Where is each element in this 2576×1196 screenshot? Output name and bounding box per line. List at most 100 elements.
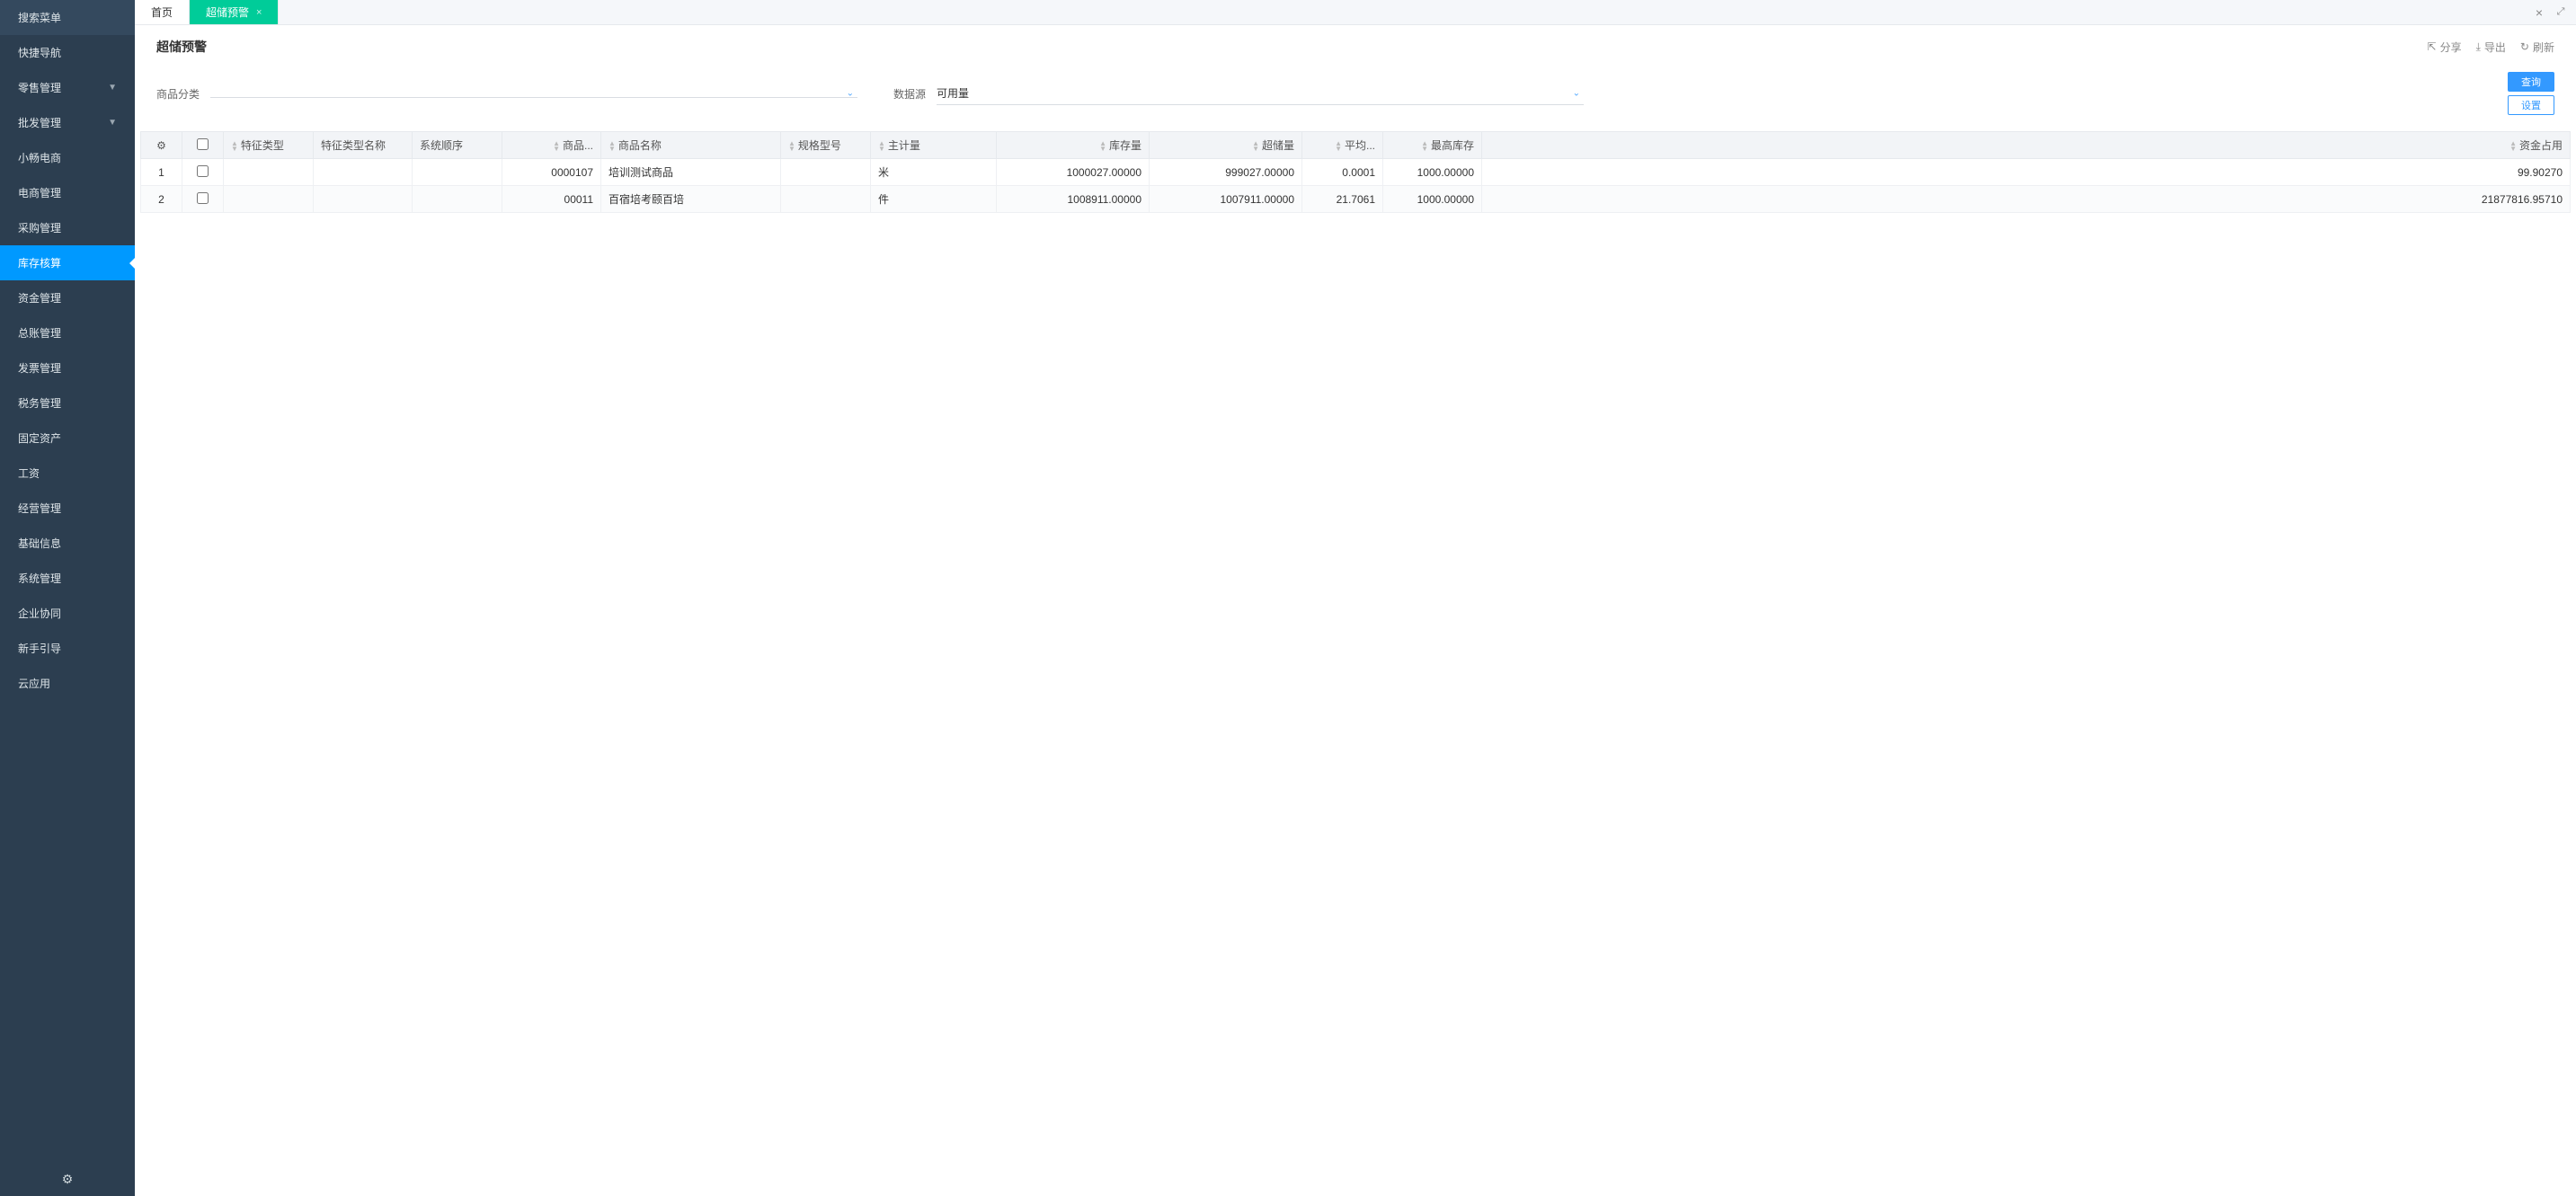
query-button[interactable]: 查询 [2508, 72, 2554, 92]
chevron-down-icon: ⌄ [847, 88, 854, 98]
cell-avg: 0.0001 [1302, 159, 1383, 186]
sidebar-item-wholesale[interactable]: 批发管理▼ [0, 105, 135, 140]
cell-over: 1007911.00000 [1150, 186, 1302, 213]
tab-bar: 首页 超储预警 × × ⤢ [135, 0, 2576, 25]
col-settings[interactable]: ⚙ [141, 132, 182, 159]
cell-feature-type [224, 159, 314, 186]
sidebar-item-quick-nav[interactable]: 快捷导航 [0, 35, 135, 70]
close-icon[interactable]: × [256, 7, 262, 18]
cell-spec [781, 186, 871, 213]
col-unit[interactable]: ▲▼主计量 [871, 132, 997, 159]
cell-feature-type [224, 186, 314, 213]
filter-category-select[interactable]: ⌄ [210, 90, 857, 98]
sidebar-item-system[interactable]: 系统管理 [0, 561, 135, 596]
cell-name: 培训测试商品 [601, 159, 781, 186]
sidebar-item-guide[interactable]: 新手引导 [0, 631, 135, 666]
chevron-down-icon: ▼ [108, 83, 117, 93]
col-product-name[interactable]: ▲▼商品名称 [601, 132, 781, 159]
filter-datasource-label: 数据源 [893, 86, 926, 102]
col-avg[interactable]: ▲▼平均... [1302, 132, 1383, 159]
cell-unit: 米 [871, 159, 997, 186]
filter-datasource-select[interactable]: 可用量 ⌄ [937, 82, 1584, 105]
sort-icon: ▲▼ [1421, 141, 1428, 152]
chevron-down-icon: ▼ [108, 118, 117, 128]
table-row[interactable]: 2 00011 百宿培考颐百培 件 1008911.00000 1007911.… [141, 186, 2571, 213]
col-checkbox-all [182, 132, 224, 159]
col-stock[interactable]: ▲▼库存量 [997, 132, 1150, 159]
col-overstock[interactable]: ▲▼超储量 [1150, 132, 1302, 159]
cell-code: 0000107 [502, 159, 601, 186]
sidebar-item-ledger[interactable]: 总账管理 [0, 315, 135, 350]
col-capital[interactable]: ▲▼资金占用 [1482, 132, 2571, 159]
table-container: ⚙ ▲▼特征类型 特征类型名称 系统顺序 ▲▼商品... ▲▼商品名称 ▲▼规格… [135, 131, 2576, 1196]
filter-datasource: 数据源 可用量 ⌄ [893, 82, 1584, 105]
sidebar-item-tax[interactable]: 税务管理 [0, 385, 135, 421]
close-all-icon[interactable]: × [2531, 4, 2547, 21]
cell-unit: 件 [871, 186, 997, 213]
filter-category: 商品分类 ⌄ [156, 86, 857, 102]
sort-icon: ▲▼ [231, 141, 238, 152]
cell-max: 1000.00000 [1383, 159, 1482, 186]
refresh-button[interactable]: ↻ 刷新 [2520, 40, 2554, 55]
export-button[interactable]: ⤓ 导出 [2476, 40, 2506, 55]
col-feature-type[interactable]: ▲▼特征类型 [224, 132, 314, 159]
tab-overstock-warning[interactable]: 超储预警 × [190, 0, 279, 24]
sidebar-item-funds[interactable]: 资金管理 [0, 280, 135, 315]
cell-sys-order [413, 186, 502, 213]
filter-bar: 商品分类 ⌄ 数据源 可用量 ⌄ 查询 设置 [135, 65, 2576, 131]
gear-icon[interactable]: ⚙ [62, 1172, 74, 1187]
col-sys-order[interactable]: 系统顺序 [413, 132, 502, 159]
sidebar-item-xiaochang-ecomm[interactable]: 小畅电商 [0, 140, 135, 175]
tab-home[interactable]: 首页 [135, 0, 190, 24]
cell-stock: 1000027.00000 [997, 159, 1150, 186]
row-checkbox[interactable] [197, 192, 209, 204]
header-actions: ⇱ 分享 ⤓ 导出 ↻ 刷新 [2428, 40, 2554, 55]
page-header: 超储预警 ⇱ 分享 ⤓ 导出 ↻ 刷新 [135, 25, 2576, 65]
sidebar-item-retail[interactable]: 零售管理▼ [0, 70, 135, 105]
sidebar-item-operation[interactable]: 经营管理 [0, 491, 135, 526]
cell-max: 1000.00000 [1383, 186, 1482, 213]
filter-buttons: 查询 设置 [2508, 72, 2554, 115]
sort-icon: ▲▼ [608, 141, 616, 152]
gear-icon: ⚙ [156, 139, 166, 152]
sidebar-item-fixed-assets[interactable]: 固定资产 [0, 421, 135, 456]
col-feature-type-name[interactable]: 特征类型名称 [314, 132, 413, 159]
cell-spec [781, 159, 871, 186]
col-product-code[interactable]: ▲▼商品... [502, 132, 601, 159]
sort-icon: ▲▼ [1099, 141, 1106, 152]
sidebar-item-search-menu[interactable]: 搜索菜单 [0, 0, 135, 35]
sidebar-item-invoice[interactable]: 发票管理 [0, 350, 135, 385]
cell-idx: 2 [141, 186, 182, 213]
cell-cap: 99.90270 [1482, 159, 2571, 186]
sidebar-item-base-info[interactable]: 基础信息 [0, 526, 135, 561]
cell-avg: 21.7061 [1302, 186, 1383, 213]
sidebar-item-salary[interactable]: 工资 [0, 456, 135, 491]
sidebar-footer: ⚙ [0, 1163, 135, 1196]
sidebar-item-inventory[interactable]: 库存核算 [0, 245, 135, 280]
sort-icon: ▲▼ [553, 141, 560, 152]
row-checkbox[interactable] [197, 165, 209, 177]
table-row[interactable]: 1 0000107 培训测试商品 米 1000027.00000 999027.… [141, 159, 2571, 186]
col-max-stock[interactable]: ▲▼最高库存 [1383, 132, 1482, 159]
sort-icon: ▲▼ [1335, 141, 1342, 152]
col-spec[interactable]: ▲▼规格型号 [781, 132, 871, 159]
cell-sys-order [413, 159, 502, 186]
settings-button[interactable]: 设置 [2508, 95, 2554, 115]
refresh-icon: ↻ [2520, 40, 2529, 53]
expand-icon[interactable]: ⤢ [2553, 4, 2569, 21]
sort-icon: ▲▼ [2509, 141, 2517, 152]
cell-stock: 1008911.00000 [997, 186, 1150, 213]
sidebar-item-purchase[interactable]: 采购管理 [0, 210, 135, 245]
sidebar-item-cloud-app[interactable]: 云应用 [0, 666, 135, 701]
main-area: 首页 超储预警 × × ⤢ 超储预警 ⇱ 分享 ⤓ 导出 [135, 0, 2576, 1196]
cell-idx: 1 [141, 159, 182, 186]
share-button[interactable]: ⇱ 分享 [2428, 40, 2462, 55]
cell-checkbox [182, 159, 224, 186]
sidebar: 搜索菜单 快捷导航 零售管理▼ 批发管理▼ 小畅电商 电商管理 采购管理 库存核… [0, 0, 135, 1196]
sort-icon: ▲▼ [878, 141, 885, 152]
sidebar-item-enterprise[interactable]: 企业协同 [0, 596, 135, 631]
chevron-down-icon: ⌄ [1573, 88, 1580, 98]
data-table: ⚙ ▲▼特征类型 特征类型名称 系统顺序 ▲▼商品... ▲▼商品名称 ▲▼规格… [140, 131, 2571, 213]
sidebar-item-ecommerce[interactable]: 电商管理 [0, 175, 135, 210]
checkbox-all[interactable] [197, 138, 209, 150]
